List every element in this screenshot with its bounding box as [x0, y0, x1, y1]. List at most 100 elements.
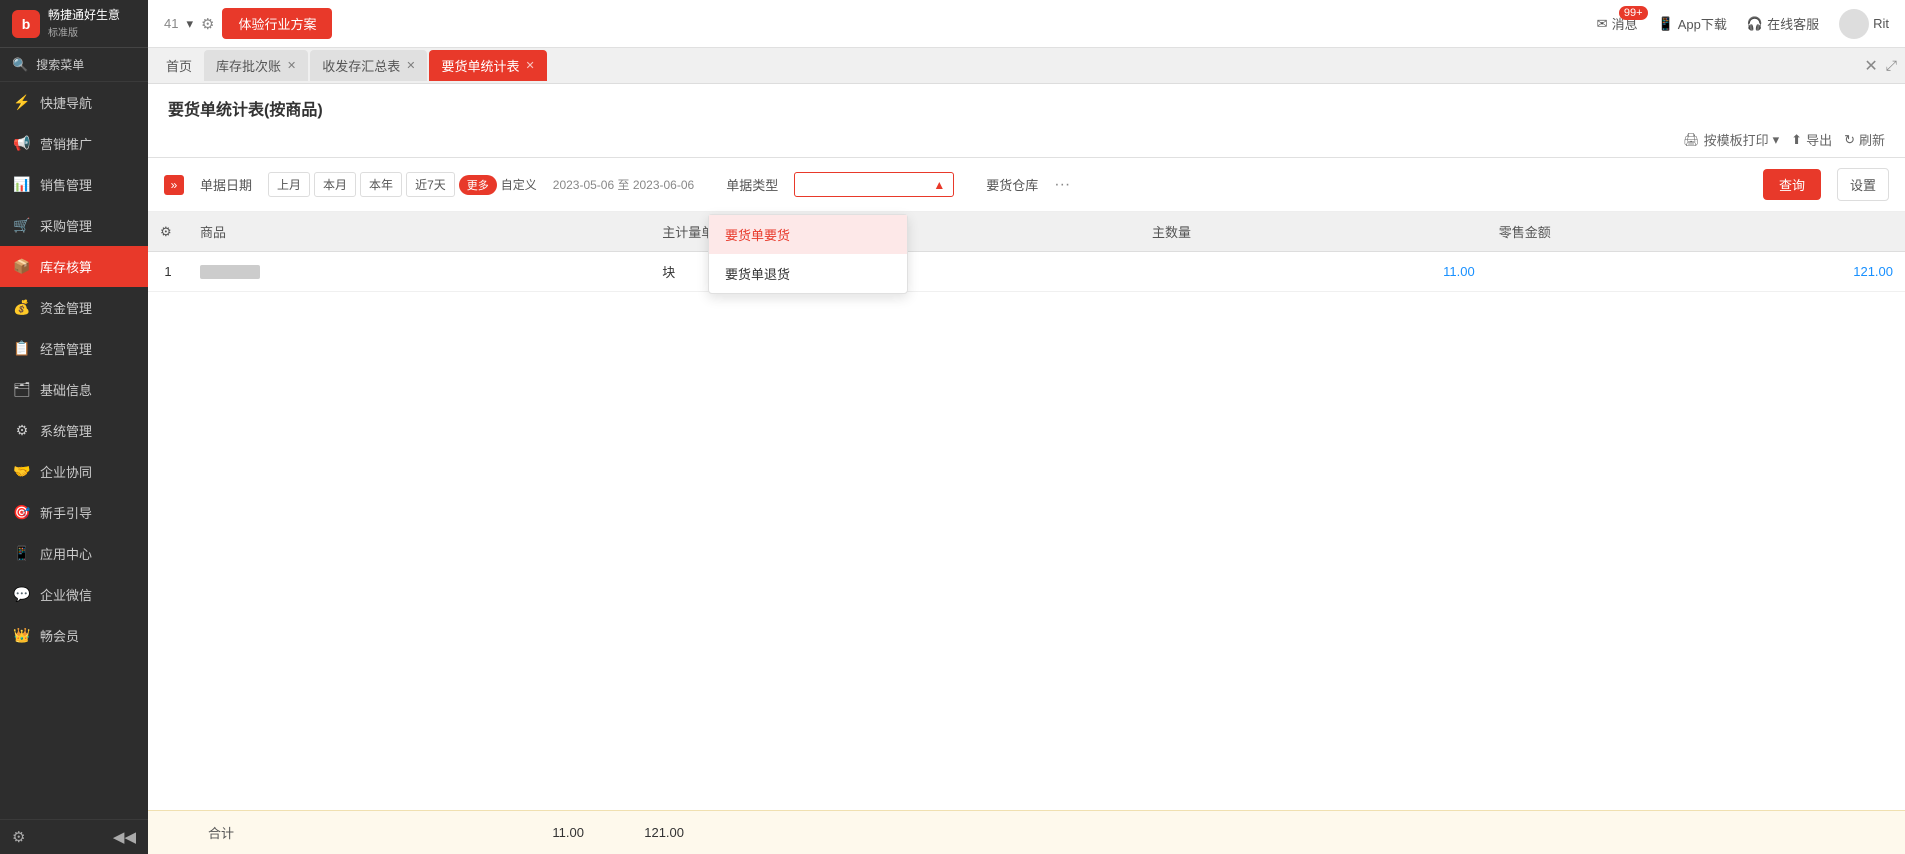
sidebar-item-system[interactable]: ⚙ 系统管理 [0, 410, 148, 451]
expand-tabs-icon[interactable]: ⤢ [1886, 57, 1897, 74]
sidebar-item-purchase[interactable]: 🛒 采购管理 [0, 205, 148, 246]
sidebar-item-basic[interactable]: 🗂 基础信息 [0, 369, 148, 410]
page-title: 要货单统计表(按商品) [168, 96, 1885, 120]
tab-receipt-summary[interactable]: 收发存汇总表 ✕ [310, 50, 427, 81]
service-icon: 🎧 [1747, 16, 1763, 32]
tab-close-icon[interactable]: ✕ [406, 59, 415, 72]
sidebar-item-label: 应用中心 [40, 544, 92, 563]
settings-filter-btn[interactable]: 设置 [1837, 168, 1889, 201]
topbar-gear-icon[interactable]: ⚙ [201, 15, 214, 33]
date-more-badge[interactable]: 更多 [459, 175, 497, 195]
sidebar-item-marketing[interactable]: 📢 营销推广 [0, 123, 148, 164]
export-label: 导出 [1806, 130, 1832, 149]
tabs-right-controls: ✕ ⤢ [1864, 56, 1897, 76]
filter-bar: » 单据日期 上月 本月 本年 近7天 更多 自定义 2023-05-06 至 … [148, 158, 1905, 212]
query-btn[interactable]: 查询 [1763, 169, 1821, 200]
sales-icon: 📊 [12, 176, 32, 193]
qty-link[interactable]: 11.00 [1443, 264, 1475, 279]
collapse-icon[interactable]: ◀◀ [113, 828, 136, 846]
date-btn-this-month[interactable]: 本月 [314, 172, 356, 197]
appstore-icon: 📱 [12, 545, 32, 562]
dropdown-arrow-icon: ▾ [186, 16, 193, 32]
messages-btn[interactable]: ✉ 消息 99+ [1597, 14, 1638, 33]
sidebar-item-member[interactable]: 👑 畅会员 [0, 615, 148, 656]
refresh-btn[interactable]: ↻ 刷新 [1844, 130, 1885, 149]
content-area: 要货单统计表(按商品) 🖨 按模板打印 ▾ ⬆ 导出 ↻ 刷新 » [148, 84, 1905, 854]
tab-label: 要货单统计表 [441, 56, 519, 75]
marketing-icon: 📢 [12, 135, 32, 152]
sidebar-item-label: 经营管理 [40, 339, 92, 358]
sidebar-item-appstore[interactable]: 📱 应用中心 [0, 533, 148, 574]
footer-total-label: 合计 [196, 823, 396, 842]
online-service-btn[interactable]: 🎧 在线客服 [1747, 14, 1819, 33]
amount-link[interactable]: 121.00 [1853, 264, 1893, 279]
footer-amount: 121.00 [596, 825, 696, 840]
sidebar-item-inventory[interactable]: 📦 库存核算 [0, 246, 148, 287]
export-btn[interactable]: ⬆ 导出 [1791, 130, 1832, 149]
tab-close-icon[interactable]: ✕ [526, 59, 535, 72]
wechat-icon: 💬 [12, 586, 32, 603]
online-service-label: 在线客服 [1767, 14, 1819, 33]
sidebar-item-label: 营销推广 [40, 134, 92, 153]
sidebar-search[interactable]: 🔍 搜索菜单 [0, 48, 148, 82]
app-download-btn[interactable]: 📱 App下载 [1658, 14, 1727, 33]
row-qty: 11.00 [1140, 252, 1487, 292]
print-icon: 🖨 [1683, 132, 1700, 148]
print-arrow-icon: ▾ [1773, 132, 1780, 148]
footer-qty: 11.00 [396, 825, 596, 840]
row-amount: 121.00 [1487, 252, 1905, 292]
tab-home[interactable]: 首页 [156, 50, 202, 81]
date-btn-7days[interactable]: 近7天 [406, 172, 455, 197]
sidebar-item-label: 库存核算 [40, 257, 92, 276]
row-product [188, 252, 650, 292]
sidebar-item-label: 销售管理 [40, 175, 92, 194]
user-id: 41 [164, 16, 178, 31]
enterprise-icon: 🤝 [12, 463, 32, 480]
table-header-gear[interactable]: ⚙ [148, 212, 188, 252]
topbar-dropdown[interactable]: ▾ [186, 16, 193, 32]
phone-icon: 📱 [1658, 16, 1674, 32]
table-header-row: ⚙ 商品 主计量单位 主数量 零售金额 [148, 212, 1905, 252]
member-icon: 👑 [12, 627, 32, 644]
trial-btn[interactable]: 体验行业方案 [222, 8, 332, 39]
print-template-btn[interactable]: 🖨 按模板打印 ▾ [1683, 130, 1779, 149]
sidebar-logo: b 畅捷通好生意 标准版 [0, 0, 148, 48]
topbar-right: ✉ 消息 99+ 📱 App下载 🎧 在线客服 Rit [1597, 9, 1889, 39]
date-range-display: 2023-05-06 至 2023-06-06 [553, 176, 694, 193]
date-btn-last-month[interactable]: 上月 [268, 172, 310, 197]
purchase-icon: 🛒 [12, 217, 32, 234]
sidebar-item-finance[interactable]: 💰 资金管理 [0, 287, 148, 328]
type-select-arrow-icon: ▲ [933, 178, 945, 192]
sidebar-item-label: 基础信息 [40, 380, 92, 399]
warehouse-more-icon[interactable]: ··· [1054, 176, 1070, 194]
sidebar-item-quick-nav[interactable]: ⚡ 快捷导航 [0, 82, 148, 123]
date-btn-this-year[interactable]: 本年 [360, 172, 402, 197]
quick-nav-icon: ⚡ [12, 94, 32, 111]
close-all-tabs-icon[interactable]: ✕ [1864, 56, 1877, 76]
sidebar-item-enterprise[interactable]: 🤝 企业协同 [0, 451, 148, 492]
sidebar-item-operation[interactable]: 📋 经营管理 [0, 328, 148, 369]
type-dropdown: 要货单要货 要货单退货 [708, 214, 908, 294]
table-footer: 合计 11.00 121.00 [148, 810, 1905, 854]
date-custom-btn[interactable]: 自定义 [501, 176, 537, 193]
row-index: 1 [148, 252, 188, 292]
tab-close-icon[interactable]: ✕ [287, 59, 296, 72]
tab-home-label: 首页 [166, 56, 192, 75]
dropdown-item-return[interactable]: 要货单退货 [709, 254, 907, 293]
export-icon: ⬆ [1791, 132, 1802, 148]
filter-expand-btn[interactable]: » [164, 175, 184, 195]
tab-order-stats[interactable]: 要货单统计表 ✕ [429, 50, 546, 81]
type-filter-select[interactable]: ​ ▲ [794, 172, 954, 197]
settings-icon[interactable]: ⚙ [12, 828, 25, 846]
tab-inventory-batch[interactable]: 库存批次账 ✕ [204, 50, 308, 81]
table-body: 1 块 11.00 121.00 [148, 252, 1905, 292]
sidebar-item-sales[interactable]: 📊 销售管理 [0, 164, 148, 205]
dropdown-item-order[interactable]: 要货单要货 [709, 215, 907, 254]
sidebar-item-wechat[interactable]: 💬 企业微信 [0, 574, 148, 615]
user-avatar-btn[interactable]: Rit [1839, 9, 1889, 39]
sidebar-item-guide[interactable]: 🎯 新手引导 [0, 492, 148, 533]
sidebar-item-label: 畅会员 [40, 626, 79, 645]
type-filter-value: ​ [803, 177, 933, 192]
app-sub: 标准版 [48, 24, 120, 39]
type-filter-label: 单据类型 [726, 175, 778, 194]
